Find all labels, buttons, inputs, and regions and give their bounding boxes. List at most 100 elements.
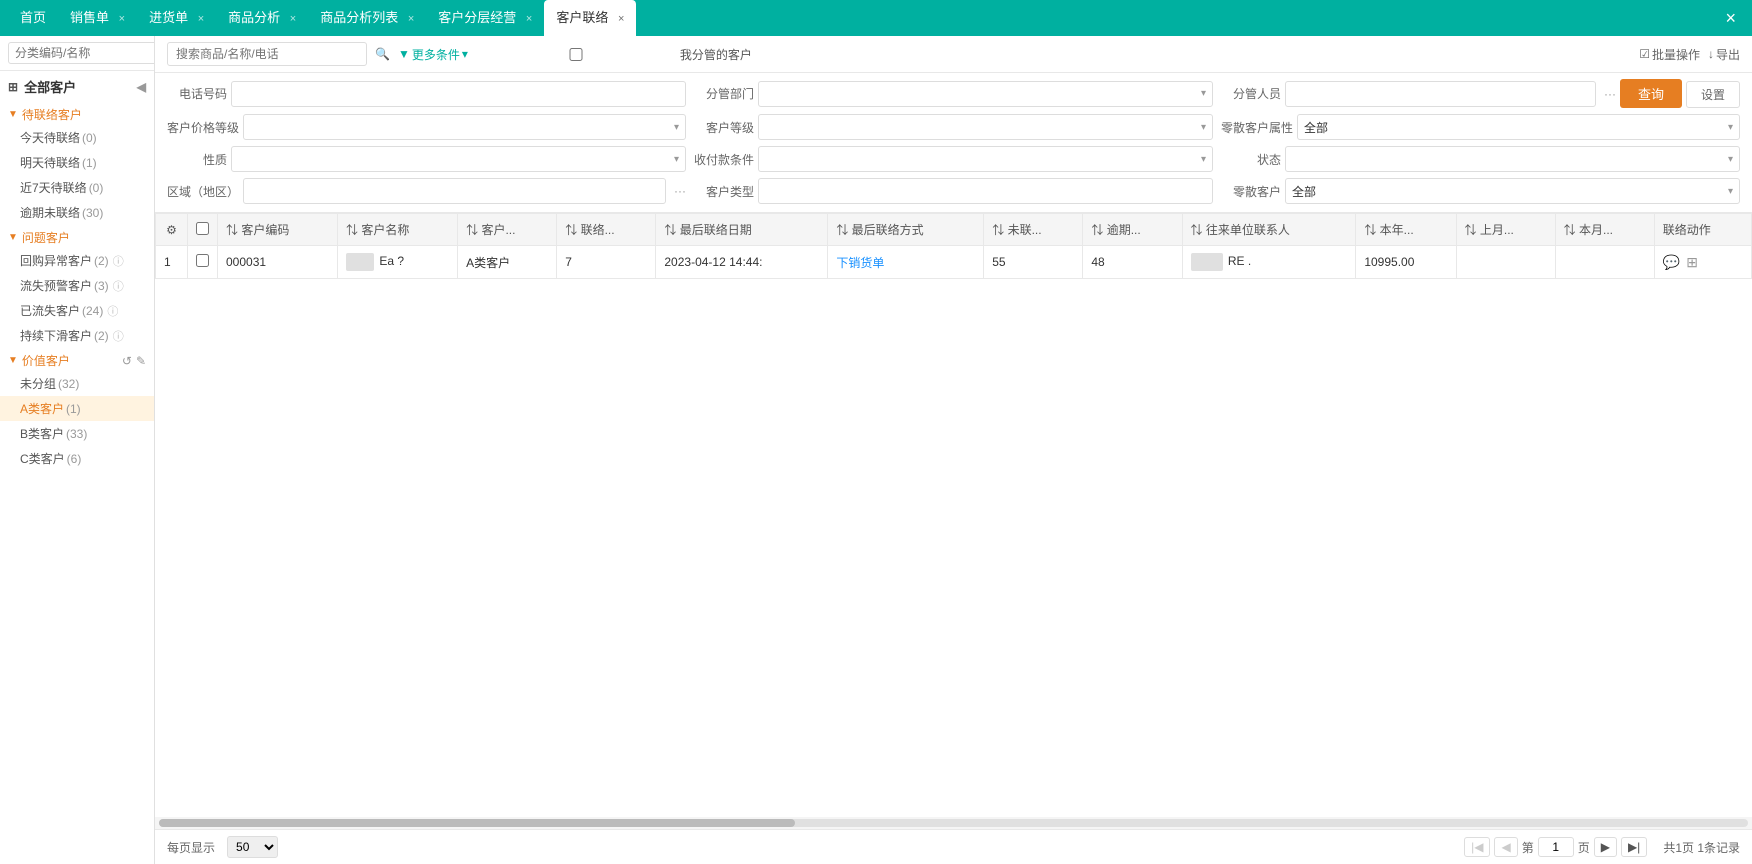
query-button[interactable]: 查询	[1620, 79, 1682, 108]
sort-icon[interactable]: ⇅	[226, 223, 238, 237]
class-b-badge: (33)	[66, 427, 87, 441]
my-customers-checkbox[interactable]	[476, 48, 676, 61]
search-button[interactable]: 🔍	[375, 47, 390, 61]
customer-level-select[interactable]: ▾	[758, 114, 1213, 140]
table-header-row: ⚙ ⇅ 客户编码 ⇅ 客户名称 ⇅ 客户... ⇅ 联络... ⇅ 最后联络日期…	[156, 214, 1752, 246]
info-icon-1: ⓘ	[113, 253, 124, 269]
th-last-date: ⇅ 最后联络日期	[656, 214, 828, 246]
sidebar-item-declining[interactable]: 持续下滑客户 (2) ⓘ	[0, 323, 154, 348]
th-contact: ⇅ 联络...	[557, 214, 656, 246]
value-label: 价值客户	[22, 352, 70, 369]
sort-ty-icon[interactable]: ⇅	[1364, 223, 1376, 237]
prev-page-button[interactable]: ◀	[1494, 837, 1517, 857]
phone-input[interactable]	[231, 81, 686, 107]
payment-select[interactable]: ▾	[758, 146, 1213, 172]
sidebar-collapse-icon[interactable]: ◀	[137, 80, 146, 94]
sort-not-contact-icon[interactable]: ⇅	[992, 223, 1004, 237]
close-product-analysis-list-icon[interactable]: ×	[408, 13, 414, 25]
nav-product-analysis-list[interactable]: 商品分析列表 ×	[308, 0, 426, 36]
sort-cp-icon[interactable]: ⇅	[1191, 223, 1203, 237]
nav-home[interactable]: 首页	[8, 0, 58, 36]
churned-label: 已流失客户	[20, 302, 80, 319]
retail-customer-select[interactable]: 全部 ▾	[1285, 178, 1740, 204]
scrollbar-thumb[interactable]	[159, 819, 795, 827]
cell-actions: 💬 ⊞	[1654, 246, 1751, 279]
sidebar-item-churn-warning[interactable]: 流失预警客户 (3) ⓘ	[0, 273, 154, 298]
next-page-button[interactable]: ▶	[1594, 837, 1617, 857]
close-sales-icon[interactable]: ×	[119, 13, 125, 25]
cell-overdue: 48	[1083, 246, 1182, 279]
chat-action-icon[interactable]: 💬	[1663, 254, 1680, 271]
sidebar-item-7days[interactable]: 近7天待联络 (0)	[0, 175, 154, 200]
manager-input[interactable]	[1285, 81, 1596, 107]
sort-overdue-icon[interactable]: ⇅	[1091, 223, 1103, 237]
edit-icon[interactable]: ✎	[136, 354, 146, 368]
grid-action-icon[interactable]: ⊞	[1686, 254, 1698, 271]
search-input[interactable]	[167, 42, 367, 66]
settings-button[interactable]: 设置	[1686, 81, 1740, 108]
sort-date-icon[interactable]: ⇅	[664, 223, 676, 237]
sidebar-item-ungrouped[interactable]: 未分组 (32)	[0, 371, 154, 396]
page-size-select[interactable]: 50 10 20 100	[227, 836, 278, 858]
sort-method-icon[interactable]: ⇅	[836, 223, 848, 237]
sort-contact-icon[interactable]: ⇅	[565, 223, 577, 237]
region-input[interactable]	[243, 178, 666, 204]
close-all-icon[interactable]: ×	[1717, 8, 1744, 29]
refresh-icon[interactable]: ↺	[122, 354, 132, 368]
customer-level-label: 客户等级	[694, 119, 754, 136]
export-button[interactable]: ↓ 导出	[1708, 46, 1740, 63]
first-page-button[interactable]: |◀	[1464, 837, 1490, 857]
nature-select[interactable]: ▾	[231, 146, 686, 172]
sidebar-item-repurchase-abnormal[interactable]: 回购异常客户 (2) ⓘ	[0, 248, 154, 273]
sidebar-item-class-a[interactable]: A类客户 (1)	[0, 396, 154, 421]
more-filter-button[interactable]: ▼ 更多条件 ▾	[398, 46, 468, 63]
nav-customer-contact[interactable]: 客户联络 ×	[544, 0, 636, 36]
th-gear[interactable]: ⚙	[156, 214, 188, 246]
triangle-problem-icon: ▼	[8, 232, 18, 243]
close-customer-tier-icon[interactable]: ×	[526, 13, 532, 25]
filter-status: 状态 ▾	[1221, 146, 1740, 172]
retail-attr-select[interactable]: 全部 ▾	[1297, 114, 1740, 140]
nav-customer-tier[interactable]: 客户分层经营 ×	[426, 0, 544, 36]
price-level-select[interactable]: ▾	[243, 114, 686, 140]
sort-name-icon[interactable]: ⇅	[346, 223, 358, 237]
last-page-button[interactable]: ▶|	[1621, 837, 1647, 857]
last-method-link[interactable]: 下销货单	[836, 256, 884, 270]
nav-sales[interactable]: 销售单 ×	[58, 0, 137, 36]
horizontal-scrollbar[interactable]	[155, 817, 1752, 829]
th-this-year: ⇅ 本年...	[1356, 214, 1456, 246]
my-customers-checkbox-label[interactable]: 我分管的客户	[476, 46, 752, 63]
row-checkbox[interactable]	[196, 254, 209, 267]
th-check[interactable]	[188, 214, 218, 246]
status-select[interactable]: ▾	[1285, 146, 1740, 172]
close-purchase-icon[interactable]: ×	[198, 13, 204, 25]
th-this-month: ⇅ 本月...	[1555, 214, 1654, 246]
sidebar-item-today[interactable]: 今天待联络 (0)	[0, 125, 154, 150]
sidebar-item-churned[interactable]: 已流失客户 (24) ⓘ	[0, 298, 154, 323]
nav-product-analysis[interactable]: 商品分析 ×	[216, 0, 308, 36]
sort-tm-icon[interactable]: ⇅	[1564, 223, 1576, 237]
7days-label: 近7天待联络	[20, 179, 87, 196]
sidebar-all-customers[interactable]: ⊞ 全部客户 ◀	[0, 71, 154, 102]
sidebar-search-input[interactable]	[8, 42, 155, 64]
ungrouped-label: 未分组	[20, 375, 56, 392]
manager-dots-icon[interactable]: ···	[1604, 87, 1616, 101]
nav-purchase[interactable]: 进货单 ×	[137, 0, 216, 36]
cell-check[interactable]	[188, 246, 218, 279]
sidebar-item-overdue[interactable]: 逾期未联络 (30)	[0, 200, 154, 225]
close-product-analysis-icon[interactable]: ×	[290, 13, 296, 25]
sidebar-item-class-b[interactable]: B类客户 (33)	[0, 421, 154, 446]
page-number-input[interactable]	[1538, 837, 1574, 857]
sort-type-icon[interactable]: ⇅	[466, 223, 478, 237]
customer-type-input[interactable]	[758, 178, 1213, 204]
close-customer-contact-icon[interactable]: ×	[618, 13, 624, 25]
customer-level-chevron-icon: ▾	[1201, 122, 1206, 133]
sidebar-item-class-c[interactable]: C类客户 (6)	[0, 446, 154, 471]
retail-attr-label: 零散客户属性	[1221, 119, 1293, 136]
region-dots-icon[interactable]: ···	[674, 184, 686, 198]
select-all-checkbox[interactable]	[196, 222, 209, 235]
sort-lm-icon[interactable]: ⇅	[1465, 223, 1477, 237]
dept-select[interactable]: ▾	[758, 81, 1213, 107]
batch-ops-button[interactable]: ☑ 批量操作	[1639, 46, 1700, 63]
sidebar-item-tomorrow[interactable]: 明天待联络 (1)	[0, 150, 154, 175]
